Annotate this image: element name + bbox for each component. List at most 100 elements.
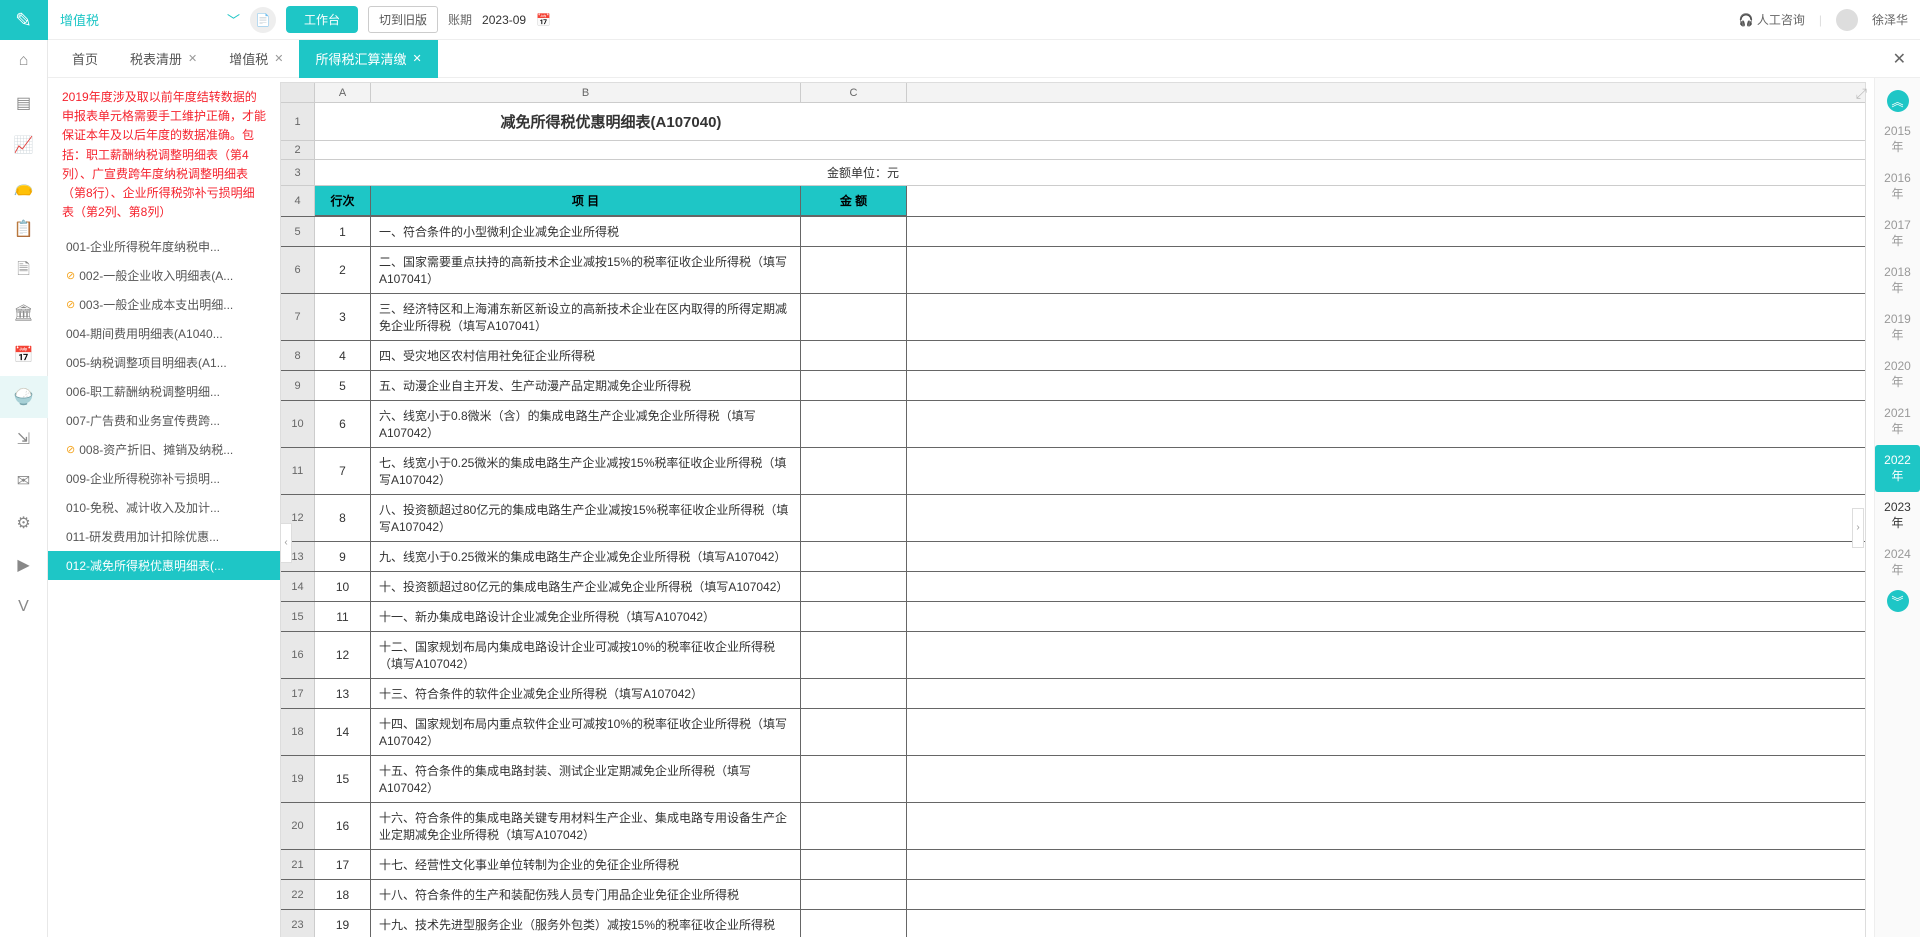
collapse-left-handle[interactable]: ‹ <box>280 523 292 563</box>
form-list-item[interactable]: ⊘002-一般企业收入明细表(A... <box>48 261 280 290</box>
nav-doc-icon[interactable]: ▤ <box>0 82 48 124</box>
sheet-row[interactable]: 1612十二、国家规划布局内集成电路设计企业可减按10%的税率征收企业所得税（填… <box>281 632 1865 679</box>
form-item-label: 007-广告费和业务宣传费跨... <box>66 412 220 429</box>
form-list-item[interactable]: 001-企业所得税年度纳税申... <box>48 232 280 261</box>
warning-text: 2019年度涉及取以前年度结转数据的申报表单元格需要手工维护正确，才能保证本年及… <box>48 78 280 228</box>
tab-vat[interactable]: 增值税✕ <box>213 40 299 78</box>
note-button[interactable]: 📄 <box>250 7 276 33</box>
year-item[interactable]: 2017年 <box>1875 210 1920 257</box>
year-item[interactable]: 2021年 <box>1875 398 1920 445</box>
collapse-right-handle[interactable]: › <box>1852 508 1864 548</box>
year-item[interactable]: 2023年 <box>1875 492 1920 539</box>
expand-icon[interactable]: ⤢ <box>1856 85 1867 102</box>
nav-video-icon[interactable]: ▶ <box>0 544 48 586</box>
sheet-row[interactable]: 2016十六、符合条件的集成电路关键专用材料生产企业、集成电路专用设备生产企业定… <box>281 803 1865 850</box>
sheet-row[interactable]: 4行次项 目金 额 <box>281 186 1865 217</box>
sheet-row[interactable]: 2218十八、符合条件的生产和装配伤残人员专门用品企业免征企业所得税 <box>281 880 1865 910</box>
sheet-row[interactable]: 1713十三、符合条件的软件企业减免企业所得税（填写A107042） <box>281 679 1865 709</box>
nav-chart-icon[interactable]: 📈 <box>0 124 48 166</box>
nav-clipboard-icon[interactable]: 📋 <box>0 208 48 250</box>
sheet-row[interactable]: 2319十九、技术先进型服务企业（服务外包类）减按15%的税率征收企业所得税 <box>281 910 1865 937</box>
year-item[interactable]: 2016年 <box>1875 163 1920 210</box>
form-list-item[interactable]: 009-企业所得税弥补亏损明... <box>48 464 280 493</box>
workbench-button[interactable]: 工作台 <box>286 6 358 33</box>
tab-tax-list[interactable]: 税表清册✕ <box>114 40 213 78</box>
nav-form-icon[interactable]: 🗎 <box>0 250 48 292</box>
sheet-row[interactable]: 106六、线宽小于0.8微米（含）的集成电路生产企业减免企业所得税（填写A107… <box>281 401 1865 448</box>
year-item[interactable]: 2024年 <box>1875 539 1920 586</box>
form-list-item[interactable]: 006-职工薪酬纳税调整明细... <box>48 377 280 406</box>
company-name: 增值税 <box>60 10 99 29</box>
year-down-button[interactable]: ︾ <box>1887 590 1909 612</box>
sheet-row[interactable]: 139九、线宽小于0.25微米的集成电路生产企业减免企业所得税（填写A10704… <box>281 542 1865 572</box>
sheet-row[interactable]: 3金额单位：元 <box>281 160 1865 186</box>
nav-v-icon[interactable]: V <box>0 586 48 628</box>
year-item[interactable]: 2019年 <box>1875 304 1920 351</box>
form-item-label: 012-减免所得税优惠明细表(... <box>66 557 224 574</box>
unit-label: 金额单位：元 <box>315 160 907 185</box>
sheet-row[interactable]: 2117十七、经营性文化事业单位转制为企业的免征企业所得税 <box>281 850 1865 880</box>
sheet-row[interactable]: 1410十、投资额超过80亿元的集成电路生产企业减免企业所得税（填写A10704… <box>281 572 1865 602</box>
sheet-row[interactable]: 73三、经济特区和上海浦东新区新设立的高新技术企业在区内取得的所得定期减免企业所… <box>281 294 1865 341</box>
close-icon[interactable]: ✕ <box>188 52 197 65</box>
form-list-item[interactable]: 005-纳税调整项目明细表(A1... <box>48 348 280 377</box>
nav-export-icon[interactable]: ⇲ <box>0 418 48 460</box>
nav-bag-icon[interactable]: 👝 <box>0 166 48 208</box>
nav-settings-icon[interactable]: ⚙ <box>0 502 48 544</box>
year-item[interactable]: 2020年 <box>1875 351 1920 398</box>
nav-mail-icon[interactable]: ✉ <box>0 460 48 502</box>
col-header-a[interactable]: A <box>315 83 371 102</box>
form-list-item[interactable]: 011-研发费用加计扣除优惠... <box>48 522 280 551</box>
user-avatar[interactable] <box>1836 9 1858 31</box>
content-area: 2019年度涉及取以前年度结转数据的申报表单元格需要手工维护正确，才能保证本年及… <box>48 78 1920 937</box>
chevron-down-icon: ﹀ <box>227 10 240 29</box>
col-header-c[interactable]: C <box>801 83 907 102</box>
period-value[interactable]: 2023-09 <box>482 13 526 27</box>
year-up-button[interactable]: ︽ <box>1887 90 1909 112</box>
tab-income-tax[interactable]: 所得税汇算清缴✕ <box>299 40 437 78</box>
year-item[interactable]: 2015年 <box>1875 116 1920 163</box>
nav-tax-icon[interactable]: 🍚 <box>0 376 48 418</box>
close-icon[interactable]: ✕ <box>413 52 422 65</box>
sheet-row[interactable]: 51一、符合条件的小型微利企业减免企业所得税 <box>281 217 1865 247</box>
sheet-row[interactable]: 1915十五、符合条件的集成电路封装、测试企业定期减免企业所得税（填写A1070… <box>281 756 1865 803</box>
sheet-body[interactable]: 1减免所得税优惠明细表(A107040)23金额单位：元4行次项 目金 额51一… <box>281 103 1865 937</box>
tab-home[interactable]: 首页 <box>56 40 114 78</box>
sheet-row[interactable]: 128八、投资额超过80亿元的集成电路生产企业减按15%税率征收企业所得税（填写… <box>281 495 1865 542</box>
form-item-label: 004-期间费用明细表(A1040... <box>66 325 223 342</box>
consult-link[interactable]: 🎧 人工咨询 <box>1739 11 1805 28</box>
year-rail: ︽ 2015年2016年2017年2018年2019年2020年2021年202… <box>1874 78 1920 937</box>
year-item[interactable]: 2022年 <box>1875 445 1920 492</box>
col-header-b[interactable]: B <box>371 83 801 102</box>
nav-calendar-icon[interactable]: 📅 <box>0 334 48 376</box>
sheet-row[interactable]: 2 <box>281 141 1865 160</box>
form-list-item[interactable]: 010-免税、减计收入及加计... <box>48 493 280 522</box>
close-all-icon[interactable]: ✕ <box>1893 49 1906 69</box>
sheet-row[interactable]: 1511十一、新办集成电路设计企业减免企业所得税（填写A107042） <box>281 602 1865 632</box>
company-selector[interactable]: 增值税 ﹀ <box>60 10 240 29</box>
close-icon[interactable]: ✕ <box>274 52 283 65</box>
sheet-row[interactable]: 1减免所得税优惠明细表(A107040) <box>281 103 1865 141</box>
sheet-row[interactable]: 95五、动漫企业自主开发、生产动漫产品定期减免企业所得税 <box>281 371 1865 401</box>
sheet-row[interactable]: 1814十四、国家规划布局内重点软件企业可减按10%的税率征收企业所得税（填写A… <box>281 709 1865 756</box>
form-list-item[interactable]: ⊘003-一般企业成本支出明细... <box>48 290 280 319</box>
user-name[interactable]: 徐泽华 <box>1872 11 1908 28</box>
top-bar: 增值税 ﹀ 📄 工作台 切到旧版 账期 2023-09 📅 🎧 人工咨询 | 徐… <box>48 0 1920 40</box>
corner-cell[interactable] <box>281 83 315 102</box>
form-item-label: 005-纳税调整项目明细表(A1... <box>66 354 227 371</box>
nav-stamp-icon[interactable]: 🏛 <box>0 292 48 334</box>
nav-home-icon[interactable]: ⌂ <box>0 40 48 82</box>
form-list-item[interactable]: ⊘008-资产折旧、摊销及纳税... <box>48 435 280 464</box>
form-list-item[interactable]: 007-广告费和业务宣传费跨... <box>48 406 280 435</box>
center-column: ⬇ 下载 🖨 打印 ↻ 重置 ⟳ 刷新 ‹ ⤢ A B C 1减免所得税优惠明细… <box>280 78 1874 937</box>
warning-icon: ⊘ <box>66 443 75 456</box>
sheet-row[interactable]: 62二、国家需要重点扶持的高新技术企业减按15%的税率征收企业所得税（填写A10… <box>281 247 1865 294</box>
calendar-icon[interactable]: 📅 <box>536 13 551 27</box>
warning-icon: ⊘ <box>66 269 75 282</box>
form-list-item[interactable]: 004-期间费用明细表(A1040... <box>48 319 280 348</box>
sheet-row[interactable]: 117七、线宽小于0.25微米的集成电路生产企业减按15%税率征收企业所得税（填… <box>281 448 1865 495</box>
switch-old-button[interactable]: 切到旧版 <box>368 6 438 33</box>
year-item[interactable]: 2018年 <box>1875 257 1920 304</box>
sheet-row[interactable]: 84四、受灾地区农村信用社免征企业所得税 <box>281 341 1865 371</box>
form-list-item[interactable]: 012-减免所得税优惠明细表(... <box>48 551 280 580</box>
